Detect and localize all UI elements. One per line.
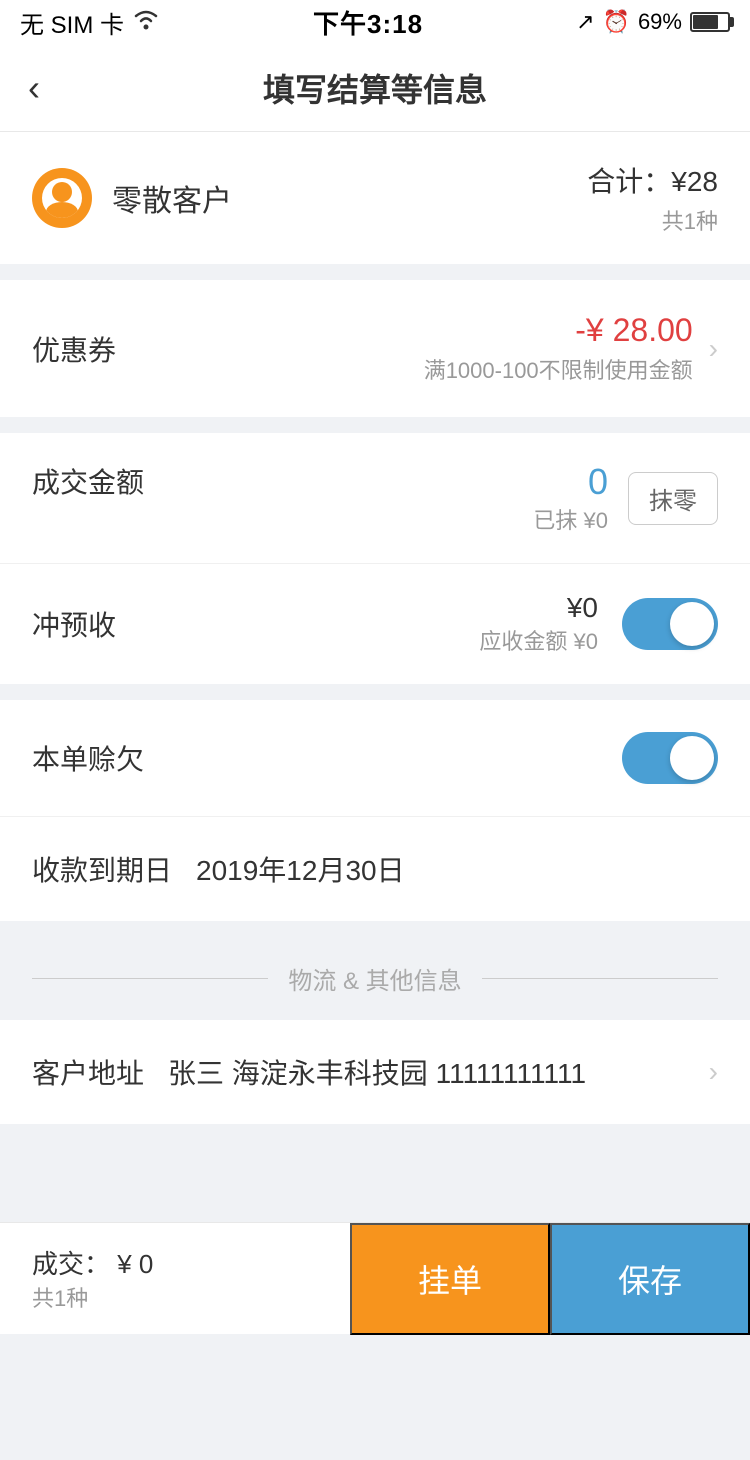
address-value: 张三 海淀永丰科技园 11111111111 [168, 1052, 709, 1092]
avatar [32, 168, 92, 228]
coupon-value: -¥ 28.00 [424, 312, 693, 349]
customer-name: 零散客户 [112, 176, 232, 220]
due-date-row: 收款到期日 2019年12月30日 [0, 816, 750, 921]
customer-total: 合计：¥28 共1种 [587, 160, 718, 236]
coupon-row[interactable]: 优惠券 -¥ 28.00 满1000-100不限制使用金额 › [0, 280, 750, 417]
total-count: 共1种 [587, 204, 718, 236]
coupon-section: 优惠券 -¥ 28.00 满1000-100不限制使用金额 › [0, 280, 750, 417]
battery-percent: 69% [638, 9, 682, 35]
credit-toggle-knob [670, 736, 714, 780]
nav-bar: ‹ 填写结算等信息 [0, 44, 750, 132]
bottom-deal-label: 成交： [32, 1249, 110, 1279]
back-button[interactable]: ‹ [28, 67, 40, 109]
deal-value: 0 [533, 461, 608, 503]
bottom-deal-text: 成交： ¥ 0 [32, 1244, 318, 1281]
prepay-label: 冲预收 [32, 604, 116, 644]
bottom-summary: 成交： ¥ 0 共1种 [0, 1244, 350, 1313]
prepay-amount: ¥0 [479, 592, 598, 624]
avatar-icon [42, 178, 82, 218]
coupon-value-col: -¥ 28.00 满1000-100不限制使用金额 [424, 312, 693, 385]
prepay-right: ¥0 应收金额 ¥0 [479, 592, 718, 656]
due-date-label: 收款到期日 [32, 849, 172, 889]
status-bar: 无 SIM 卡 下午3:18 ↗ ⏰ 69% [0, 0, 750, 44]
save-button[interactable]: 保存 [550, 1223, 750, 1335]
bottom-count: 共1种 [32, 1281, 318, 1313]
alarm-icon: ⏰ [603, 9, 630, 35]
customer-section: 零散客户 合计：¥28 共1种 [0, 132, 750, 264]
page-title: 填写结算等信息 [263, 65, 487, 111]
prepay-sub: 应收金额 ¥0 [479, 624, 598, 656]
deal-amount-col: 0 已抹 ¥0 [533, 461, 608, 535]
coupon-right: -¥ 28.00 满1000-100不限制使用金额 › [424, 312, 718, 385]
credit-toggle[interactable] [622, 732, 718, 784]
prepay-toggle[interactable] [622, 598, 718, 650]
address-label: 客户地址 [32, 1052, 144, 1092]
status-right: ↗ ⏰ 69% [576, 9, 730, 35]
deal-right: 0 已抹 ¥0 抹零 [533, 461, 718, 535]
bottom-deal-value: ¥ 0 [117, 1249, 153, 1279]
prepay-row: 冲预收 ¥0 应收金额 ¥0 [0, 564, 750, 684]
coupon-sub: 满1000-100不限制使用金额 [424, 353, 693, 385]
address-chevron-icon: › [709, 1056, 718, 1088]
location-icon: ↗ [576, 9, 594, 35]
round-button[interactable]: 抹零 [628, 472, 718, 525]
carrier-text: 无 SIM 卡 [20, 5, 124, 40]
deal-section: 成交金额 0 已抹 ¥0 抹零 冲预收 ¥0 应收金额 ¥0 [0, 433, 750, 684]
customer-left: 零散客户 [32, 168, 232, 228]
credit-label: 本单赊欠 [32, 738, 144, 778]
battery-icon [690, 12, 730, 32]
credit-row: 本单赊欠 [0, 700, 750, 816]
coupon-label: 优惠券 [32, 329, 116, 369]
due-date-value: 2019年12月30日 [196, 849, 405, 889]
customer-row: 零散客户 合计：¥28 共1种 [0, 132, 750, 264]
prepay-col: ¥0 应收金额 ¥0 [479, 592, 598, 656]
status-left: 无 SIM 卡 [20, 5, 160, 40]
divider-line-right [482, 978, 718, 979]
deal-amount-row: 成交金额 0 已抹 ¥0 抹零 [0, 433, 750, 564]
hang-button[interactable]: 挂单 [350, 1223, 550, 1335]
credit-section: 本单赊欠 收款到期日 2019年12月30日 [0, 700, 750, 921]
wifi-icon [132, 8, 160, 37]
deal-sub: 已抹 ¥0 [533, 503, 608, 535]
status-time: 下午3:18 [313, 4, 423, 41]
address-section: 客户地址 张三 海淀永丰科技园 11111111111 › [0, 1020, 750, 1124]
divider-text: 物流 & 其他信息 [268, 961, 481, 996]
address-row[interactable]: 客户地址 张三 海淀永丰科技园 11111111111 › [0, 1020, 750, 1124]
section-divider: 物流 & 其他信息 [0, 937, 750, 1020]
total-amount: 合计：¥28 [587, 160, 718, 200]
bottom-bar: 成交： ¥ 0 共1种 挂单 保存 [0, 1222, 750, 1334]
divider-line-left [32, 978, 268, 979]
deal-amount-label: 成交金额 [32, 461, 144, 501]
chevron-right-icon: › [709, 333, 718, 365]
toggle-knob [670, 602, 714, 646]
